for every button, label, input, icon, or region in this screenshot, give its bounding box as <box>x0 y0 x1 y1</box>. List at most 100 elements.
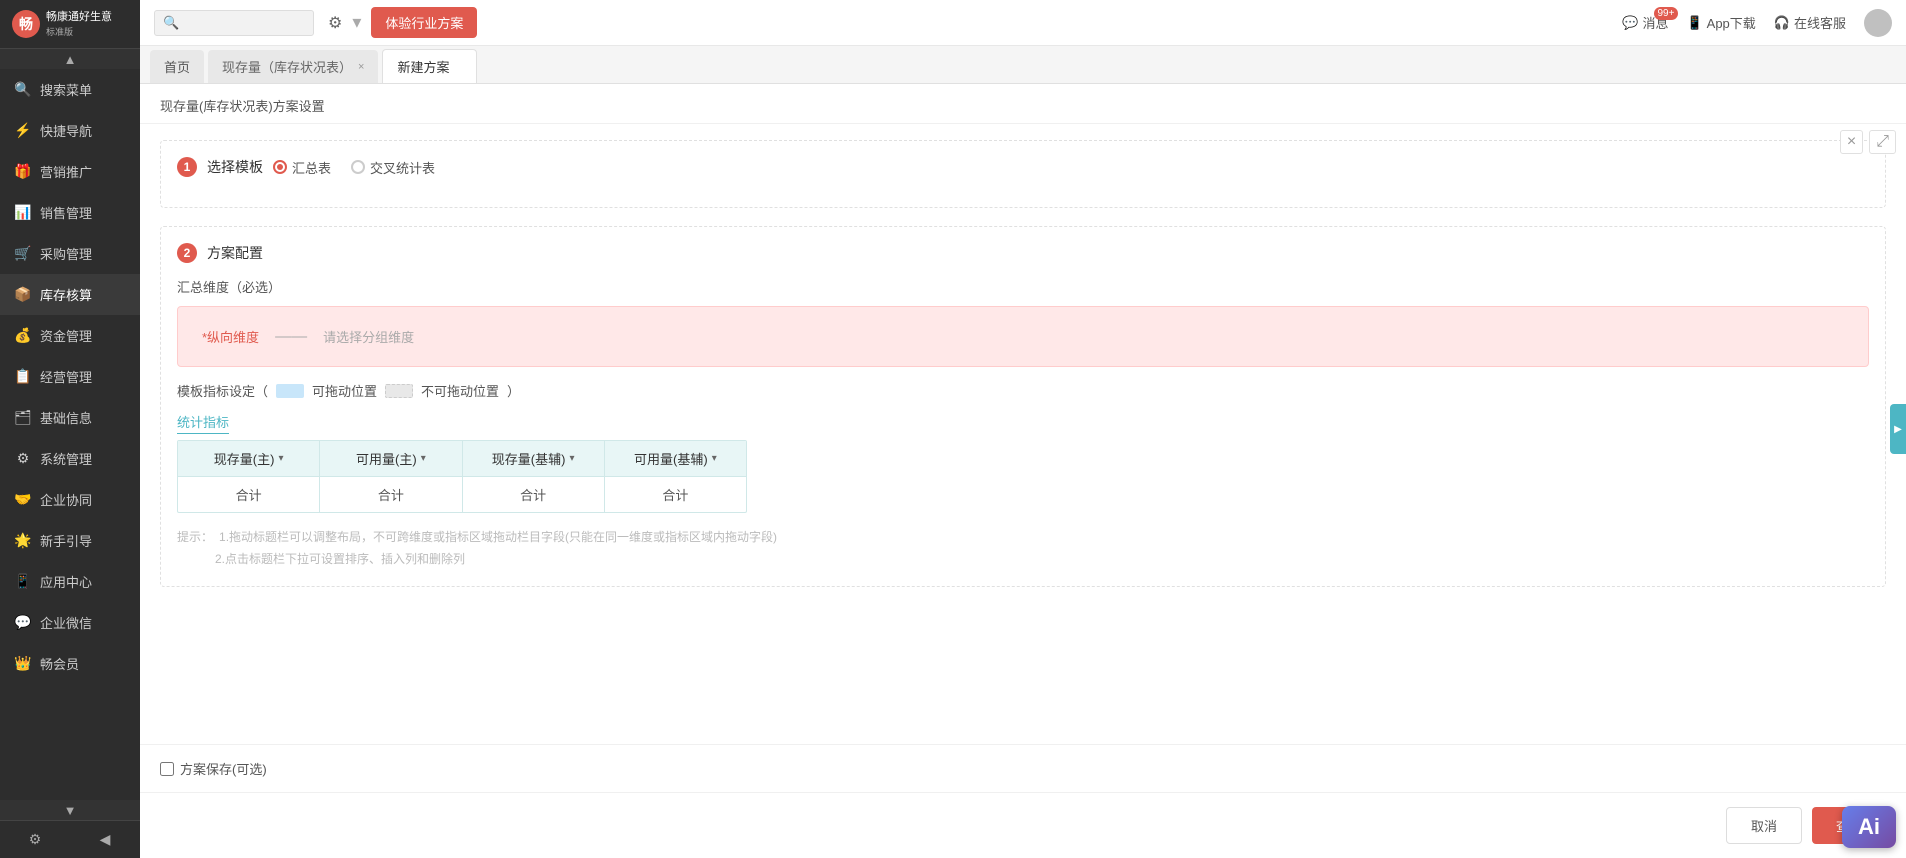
app-icon: 📱 <box>1686 15 1702 31</box>
search-box[interactable]: 🔍 <box>154 10 314 36</box>
marketing-icon: 🎁 <box>14 163 32 181</box>
service-label: 在线客服 <box>1794 13 1846 32</box>
fixed-indicator <box>385 384 413 398</box>
tab-inventory-status[interactable]: 现存量（库存状况表） × <box>208 50 378 83</box>
sidebar-item-operation[interactable]: 📋 经营管理 <box>0 356 140 397</box>
sidebar-item-system[interactable]: ⚙ 系统管理 <box>0 438 140 479</box>
col-chevron-0[interactable]: ▾ <box>278 453 283 464</box>
sidebar-item-wechat[interactable]: 💬 企业微信 <box>0 602 140 643</box>
sidebar-collapse-button[interactable]: ◀ <box>70 821 140 858</box>
enterprise-icon: 🤝 <box>14 491 32 509</box>
sidebar-item-label: 应用中心 <box>40 572 92 591</box>
sidebar-item-label: 畅会员 <box>40 654 79 673</box>
window-close-button[interactable]: × <box>1840 130 1863 154</box>
sidebar-item-appstore[interactable]: 📱 应用中心 <box>0 561 140 602</box>
radio-cross[interactable]: 交叉统计表 <box>351 158 435 177</box>
gear-icon[interactable]: ⚙ <box>328 13 342 33</box>
col-header-1[interactable]: 可用量(主) ▾ <box>320 441 462 476</box>
stats-data-row: 合计 合计 合计 合计 <box>178 476 746 512</box>
avatar[interactable] <box>1864 9 1892 37</box>
col-chevron-2[interactable]: ▾ <box>569 453 574 464</box>
tip-2: 2.点击标题栏下拉可设置排序、插入列和删除列 <box>177 549 1869 571</box>
purchase-icon: 🛒 <box>14 245 32 263</box>
content-area: 现存量(库存状况表)方案设置 × ⤢ 1 选择模板 汇总表 <box>140 84 1906 858</box>
sidebar-scroll-up[interactable]: ▲ <box>0 49 140 69</box>
ai-badge[interactable]: Ai <box>1842 806 1896 848</box>
sidebar-item-newbie[interactable]: 🌟 新手引导 <box>0 520 140 561</box>
sidebar-item-sales[interactable]: 📊 销售管理 <box>0 192 140 233</box>
sidebar-item-shortcut[interactable]: ⚡ 快捷导航 <box>0 110 140 151</box>
stats-section: 统计指标 现存量(主) ▾ 可用量(主) ▾ <box>177 412 1869 513</box>
tab-new-close[interactable]: × <box>455 61 461 73</box>
sidebar-item-search[interactable]: 🔍 搜索菜单 <box>0 69 140 110</box>
stats-table: 现存量(主) ▾ 可用量(主) ▾ 现存量(基辅) ▾ <box>177 440 747 513</box>
sidebar-item-inventory[interactable]: 📦 库存核算 <box>0 274 140 315</box>
tab-new-scheme[interactable]: 新建方案 × <box>382 49 476 83</box>
sidebar-item-label: 企业微信 <box>40 613 92 632</box>
col-data-0: 合计 <box>178 477 320 512</box>
sidebar-item-member[interactable]: 👑 畅会员 <box>0 643 140 684</box>
tab-home[interactable]: 首页 <box>150 50 204 83</box>
app-name: 畅康通好生意 <box>46 10 112 24</box>
sidebar-item-marketing[interactable]: 🎁 营销推广 <box>0 151 140 192</box>
radio-summary[interactable]: 汇总表 <box>273 158 331 177</box>
right-panel-toggle[interactable]: ▶ <box>1890 404 1906 454</box>
col-header-0[interactable]: 现存量(主) ▾ <box>178 441 320 476</box>
inventory-icon: 📦 <box>14 286 32 304</box>
col-chevron-3[interactable]: ▾ <box>712 453 717 464</box>
search-input[interactable] <box>183 16 293 30</box>
online-service-button[interactable]: 🎧 在线客服 <box>1774 13 1846 32</box>
sidebar-item-finance[interactable]: 💰 资金管理 <box>0 315 140 356</box>
window-resize-button[interactable]: ⤢ <box>1869 130 1896 154</box>
trial-button[interactable]: 体验行业方案 <box>371 7 477 38</box>
tip-1: 提示： 1.拖动标题栏可以调整布局，不可跨维度或指标区域拖动栏目字段(只能在同一… <box>177 527 1869 549</box>
col-header-3[interactable]: 可用量(基辅) ▾ <box>605 441 746 476</box>
cancel-button[interactable]: 取消 <box>1726 807 1802 844</box>
col-label-0: 现存量(主) <box>214 449 275 468</box>
app-download-button[interactable]: 📱 App下载 <box>1686 13 1755 32</box>
step2: 2 方案配置 汇总维度（必选） *纵向维度 —— 请选择分组维度 模板指标设定（… <box>160 226 1886 587</box>
newbie-icon: 🌟 <box>14 532 32 550</box>
panel: 1 选择模板 汇总表 交叉统计表 <box>140 124 1906 744</box>
tab-inventory-close[interactable]: × <box>358 61 364 73</box>
dimension-placeholder: 请选择分组维度 <box>323 327 414 346</box>
fixed-label: 不可拖动位置 <box>421 381 499 400</box>
movable-indicator <box>276 384 304 398</box>
sidebar-settings-button[interactable]: ⚙ <box>0 821 70 858</box>
sidebar-item-basic[interactable]: 🗂 基础信息 <box>0 397 140 438</box>
topbar: 🔍 ⚙ ▾ 体验行业方案 💬 消息 99+ 📱 App下载 🎧 在线客服 <box>140 0 1906 46</box>
page-title: 现存量(库存状况表)方案设置 <box>160 99 325 114</box>
save-checkbox[interactable] <box>160 762 174 776</box>
footer-buttons: 取消 查询 <box>140 792 1906 858</box>
col-data-3: 合计 <box>605 477 746 512</box>
sidebar-logo: 畅 畅康通好生意 标准版 <box>0 0 140 49</box>
col-data-2: 合计 <box>463 477 605 512</box>
step1: 1 选择模板 汇总表 交叉统计表 <box>160 140 1886 208</box>
dropdown-arrow[interactable]: ▾ <box>352 12 361 33</box>
wechat-icon: 💬 <box>14 614 32 632</box>
radio-cross-label: 交叉统计表 <box>370 158 435 177</box>
message-badge: 99+ <box>1654 7 1679 20</box>
dimension-box[interactable]: *纵向维度 —— 请选择分组维度 <box>177 306 1869 367</box>
sidebar-nav: 🔍 搜索菜单 ⚡ 快捷导航 🎁 营销推广 📊 销售管理 🛒 采购管理 📦 库存核… <box>0 69 140 800</box>
message-button[interactable]: 💬 消息 99+ <box>1622 13 1668 32</box>
col-header-2[interactable]: 现存量(基辅) ▾ <box>463 441 605 476</box>
sidebar-scroll-down[interactable]: ▼ <box>0 800 140 820</box>
sidebar-item-label: 企业协同 <box>40 490 92 509</box>
step1-title: 选择模板 <box>207 157 263 177</box>
sidebar-item-label: 基础信息 <box>40 408 92 427</box>
stats-title: 统计指标 <box>177 412 229 434</box>
search-icon: 🔍 <box>163 15 179 31</box>
sidebar-item-purchase[interactable]: 🛒 采购管理 <box>0 233 140 274</box>
sidebar-item-label: 采购管理 <box>40 244 92 263</box>
tab-home-label: 首页 <box>164 57 190 76</box>
app-download-label: App下载 <box>1707 13 1756 32</box>
col-chevron-1[interactable]: ▾ <box>421 453 426 464</box>
radio-cross-dot <box>351 160 365 174</box>
sidebar-item-label: 库存核算 <box>40 285 92 304</box>
col-label-3: 可用量(基辅) <box>634 449 708 468</box>
col-label-1: 可用量(主) <box>356 449 417 468</box>
tab-inventory-label: 现存量（库存状况表） <box>222 57 352 76</box>
operation-icon: 📋 <box>14 368 32 386</box>
sidebar-item-enterprise[interactable]: 🤝 企业协同 <box>0 479 140 520</box>
